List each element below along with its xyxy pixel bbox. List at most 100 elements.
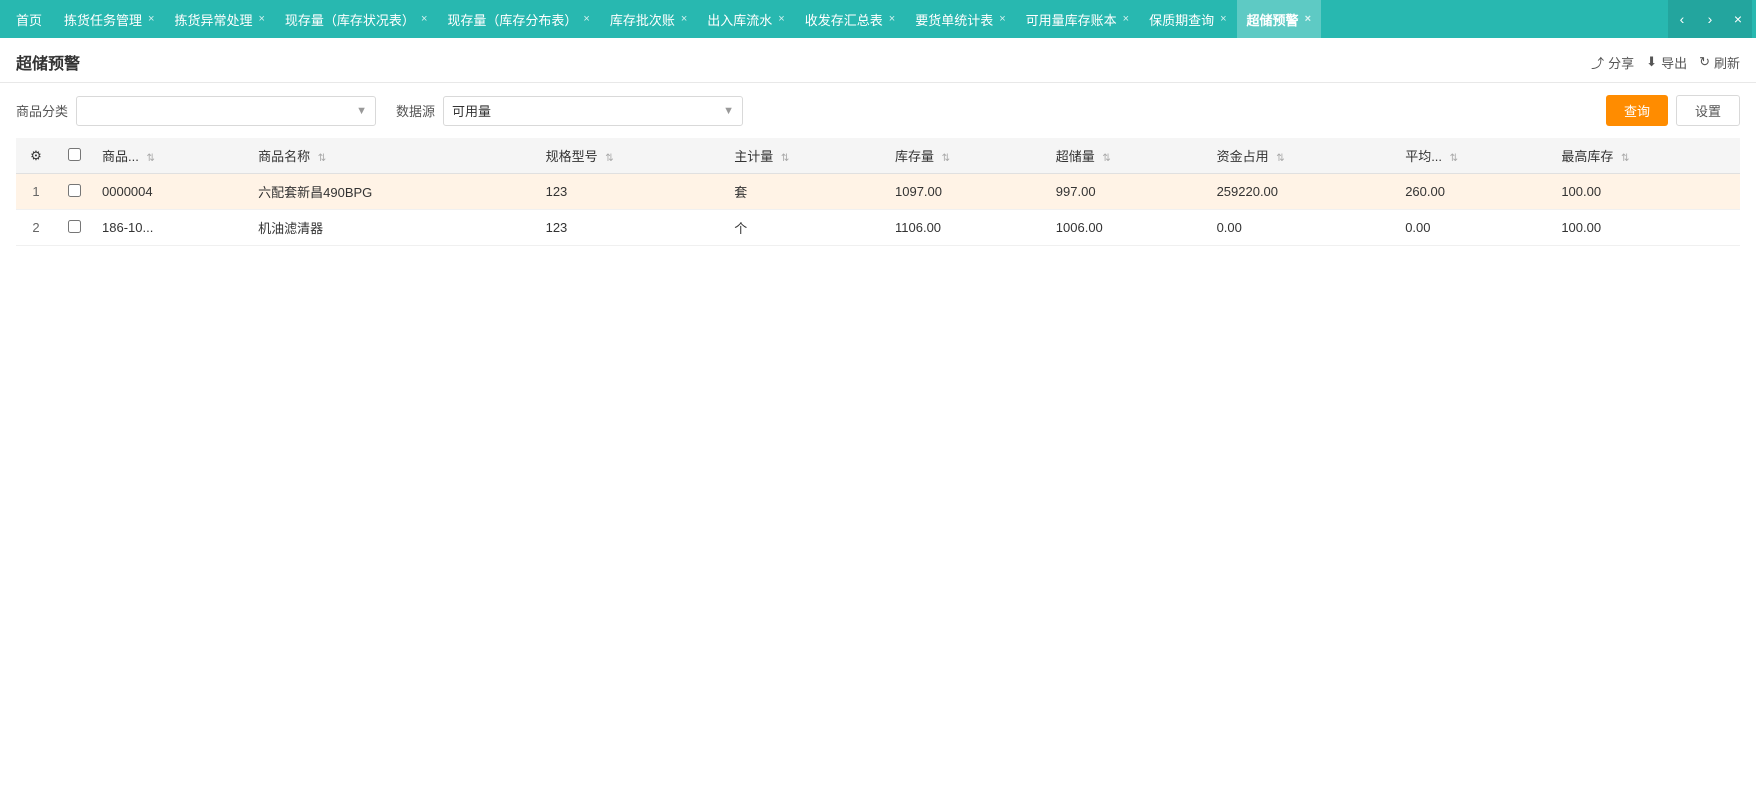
row-product-name-1: 机油滤清器 [248, 210, 535, 246]
col-max-stock[interactable]: 最高库存 ⇅ [1551, 138, 1740, 174]
nav-tab-6[interactable]: 收发存汇总表 × [795, 0, 905, 38]
col-checkbox-all[interactable] [56, 138, 92, 174]
close-tab-5[interactable]: × [778, 13, 784, 25]
close-tab-1[interactable]: × [258, 13, 264, 25]
row-num-0: 1 [16, 174, 56, 210]
nav-tab-0[interactable]: 拣货任务管理 × [54, 0, 164, 38]
col-unit[interactable]: 主计量 ⇅ [724, 138, 885, 174]
close-tab-6[interactable]: × [889, 13, 895, 25]
nav-tab-1[interactable]: 拣货异常处理 × [164, 0, 274, 38]
table-body: 1 0000004 六配套新昌490BPG 123 套 1097.00 997.… [16, 174, 1740, 246]
category-select[interactable]: ▼ [76, 96, 376, 126]
filter-actions: 查询 设置 [1606, 95, 1740, 126]
close-tab-7[interactable]: × [999, 13, 1005, 25]
sort-spec-icon: ⇅ [605, 153, 613, 164]
close-tab-4[interactable]: × [681, 13, 687, 25]
row-checkbox-cell-0[interactable] [56, 174, 92, 210]
row-checkbox-1[interactable] [68, 220, 81, 233]
export-button[interactable]: ⬇ 导出 [1646, 53, 1687, 72]
row-unit-1: 个 [724, 210, 885, 246]
row-product-code-1: 186-10... [92, 210, 248, 246]
row-capital-0: 259220.00 [1207, 174, 1396, 210]
row-spec-0: 123 [536, 174, 725, 210]
share-icon: ⤴ [1591, 53, 1604, 72]
nav-tab-5[interactable]: 出入库流水 × [697, 0, 794, 38]
nav-close-btn[interactable]: × [1724, 0, 1752, 38]
datasource-value: 可用量 [452, 101, 491, 120]
col-product-name[interactable]: 商品名称 ⇅ [248, 138, 535, 174]
row-capital-1: 0.00 [1207, 210, 1396, 246]
close-tab-2[interactable]: × [421, 13, 427, 25]
nav-next-btn[interactable]: › [1696, 0, 1724, 38]
col-unit-label: 主计量 [734, 149, 773, 164]
nav-tab-9[interactable]: 保质期查询 × [1139, 0, 1236, 38]
row-product-name-0: 六配套新昌490BPG [248, 174, 535, 210]
col-stock[interactable]: 库存量 ⇅ [885, 138, 1046, 174]
col-capital-label: 资金占用 [1217, 149, 1269, 164]
table-row: 1 0000004 六配套新昌490BPG 123 套 1097.00 997.… [16, 174, 1740, 210]
settings-button[interactable]: 设置 [1676, 95, 1740, 126]
close-tab-10[interactable]: × [1305, 13, 1311, 25]
nav-tab-3[interactable]: 现存量（库存分布表） × [437, 0, 599, 38]
col-overstock[interactable]: 超储量 ⇅ [1046, 138, 1207, 174]
col-capital[interactable]: 资金占用 ⇅ [1207, 138, 1396, 174]
page-title: 超储预警 [16, 50, 80, 74]
sort-max-stock-icon: ⇅ [1621, 153, 1629, 164]
table-row: 2 186-10... 机油滤清器 123 个 1106.00 1006.00 … [16, 210, 1740, 246]
nav-tab-4[interactable]: 库存批次账 × [600, 0, 697, 38]
table-wrapper: ⚙ 商品... ⇅ 商品名称 ⇅ 规格型号 ⇅ 主计量 [0, 138, 1756, 246]
close-tab-9[interactable]: × [1220, 13, 1226, 25]
share-button[interactable]: ⤴ 分享 [1591, 53, 1634, 72]
row-unit-0: 套 [724, 174, 885, 210]
header-actions: ⤴ 分享 ⬇ 导出 ↻ 刷新 [1591, 53, 1740, 72]
row-product-code-0: 0000004 [92, 174, 248, 210]
close-tab-0[interactable]: × [148, 13, 154, 25]
sort-product-name-icon: ⇅ [318, 153, 326, 164]
nav-prev-btn[interactable]: ‹ [1668, 0, 1696, 38]
row-stock-0: 1097.00 [885, 174, 1046, 210]
data-table: ⚙ 商品... ⇅ 商品名称 ⇅ 规格型号 ⇅ 主计量 [16, 138, 1740, 246]
refresh-button[interactable]: ↻ 刷新 [1699, 53, 1740, 72]
nav-tab-2[interactable]: 现存量（库存状况表） × [275, 0, 437, 38]
col-settings[interactable]: ⚙ [16, 138, 56, 174]
col-avg-label: 平均... [1405, 149, 1442, 164]
col-product-name-label: 商品名称 [258, 149, 310, 164]
close-tab-3[interactable]: × [583, 13, 589, 25]
col-product-code[interactable]: 商品... ⇅ [92, 138, 248, 174]
row-overstock-1: 1006.00 [1046, 210, 1207, 246]
filter-row: 商品分类 ▼ 数据源 可用量 ▼ 查询 设置 [0, 83, 1756, 138]
row-overstock-0: 997.00 [1046, 174, 1207, 210]
row-avg-1: 0.00 [1395, 210, 1551, 246]
datasource-label: 数据源 [396, 101, 435, 120]
row-max-stock-0: 100.00 [1551, 174, 1740, 210]
nav-home[interactable]: 首页 [4, 10, 54, 29]
col-spec[interactable]: 规格型号 ⇅ [536, 138, 725, 174]
nav-tab-10[interactable]: 超储预警 × [1237, 0, 1321, 38]
select-all-checkbox[interactable] [68, 148, 81, 161]
sort-avg-icon: ⇅ [1450, 153, 1458, 164]
close-tab-8[interactable]: × [1123, 13, 1129, 25]
query-button[interactable]: 查询 [1606, 95, 1668, 126]
row-checkbox-0[interactable] [68, 184, 81, 197]
nav-tab-8[interactable]: 可用量库存账本 × [1016, 0, 1139, 38]
row-checkbox-cell-1[interactable] [56, 210, 92, 246]
datasource-select[interactable]: 可用量 ▼ [443, 96, 743, 126]
page-header: 超储预警 ⤴ 分享 ⬇ 导出 ↻ 刷新 [0, 38, 1756, 83]
col-spec-label: 规格型号 [546, 149, 598, 164]
row-spec-1: 123 [536, 210, 725, 246]
col-avg[interactable]: 平均... ⇅ [1395, 138, 1551, 174]
col-product-code-label: 商品... [102, 149, 139, 164]
datasource-filter: 数据源 可用量 ▼ [396, 96, 743, 126]
top-nav: 首页 拣货任务管理 × 拣货异常处理 × 现存量（库存状况表） × 现存量（库存… [0, 0, 1756, 38]
row-avg-0: 260.00 [1395, 174, 1551, 210]
category-filter: 商品分类 ▼ [16, 96, 376, 126]
col-overstock-label: 超储量 [1056, 149, 1095, 164]
col-stock-label: 库存量 [895, 149, 934, 164]
row-max-stock-1: 100.00 [1551, 210, 1740, 246]
datasource-dropdown-icon: ▼ [723, 105, 734, 117]
nav-tab-7[interactable]: 要货单统计表 × [905, 0, 1015, 38]
refresh-icon: ↻ [1699, 54, 1710, 70]
nav-arrows: ‹ › × [1668, 0, 1752, 38]
sort-unit-icon: ⇅ [781, 153, 789, 164]
sort-capital-icon: ⇅ [1276, 153, 1284, 164]
